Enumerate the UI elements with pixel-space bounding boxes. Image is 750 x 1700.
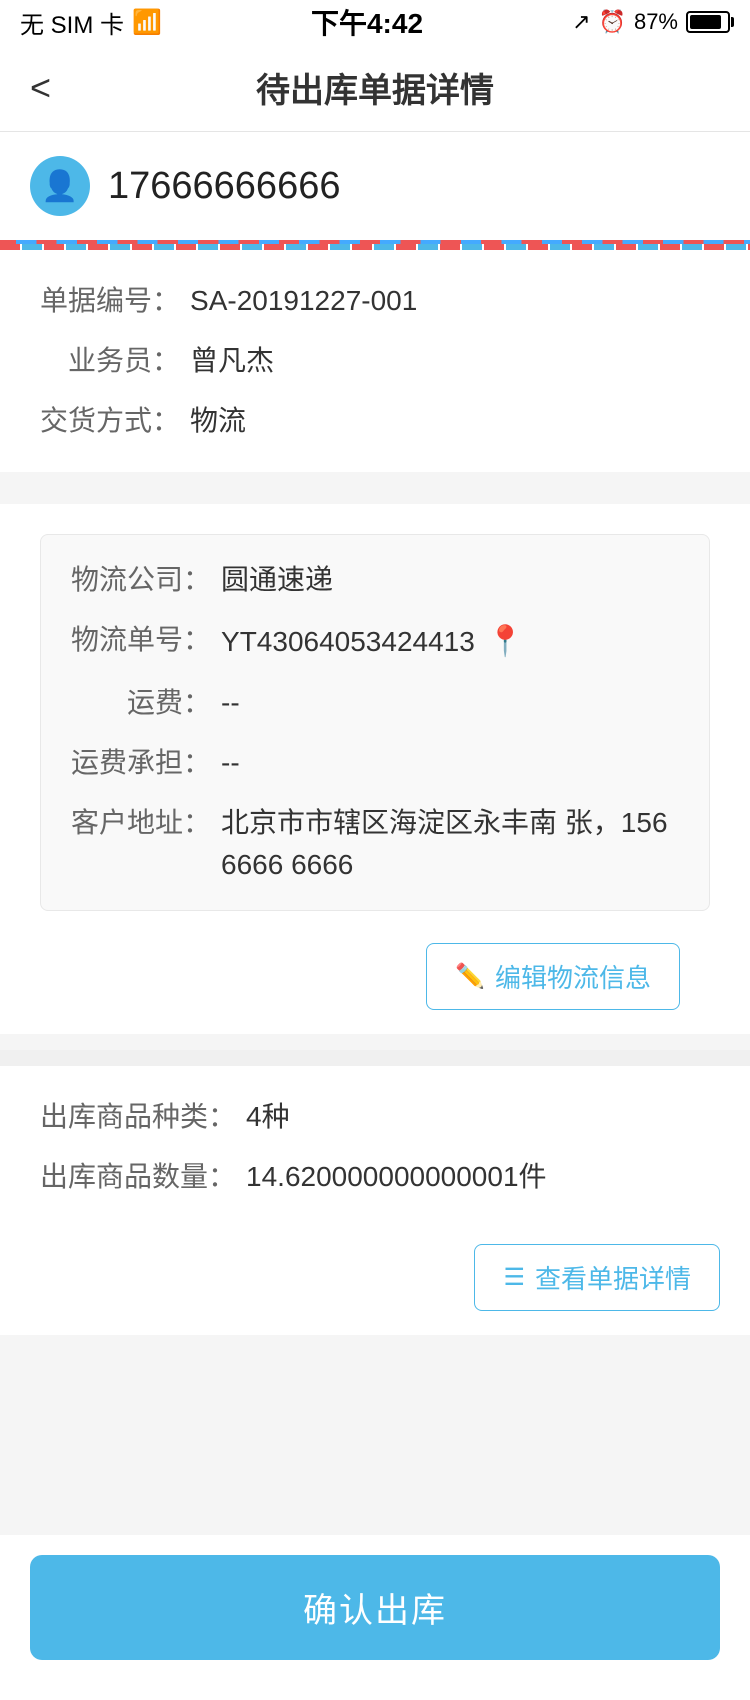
tracking-row: 物流单号： YT43064053424413 📍 [71,619,679,664]
status-left: 无 SIM 卡 📶 [20,5,162,40]
logistics-company-label: 物流公司： [71,559,221,601]
logistics-company-row: 物流公司： 圆通速递 [71,559,679,601]
tracking-label: 物流单号： [71,619,221,661]
goods-section: 出库商品种类： 4种 出库商品数量： 14.620000000000001件 [0,1066,750,1228]
page: 无 SIM 卡 📶 下午4:42 ↗ ⏰ 87% < 待出库单据详情 👤 176… [0,0,750,1700]
battery-fill [690,15,721,29]
order-no-label: 单据编号： [40,280,190,322]
edit-logistics-label: 编辑物流信息 [495,958,651,995]
customer-phone: 17666666666 [108,165,340,208]
nav-bar: < 待出库单据详情 [0,44,750,132]
list-icon: ☰ [503,1263,525,1292]
salesperson-value: 曾凡杰 [190,340,710,382]
freight-label: 运费： [71,682,221,724]
order-no-value: SA-20191227-001 [190,280,710,322]
goods-quantity-row: 出库商品数量： 14.620000000000001件 [40,1156,710,1198]
view-details-btn-container: ☰ 查看单据详情 [0,1228,750,1335]
delivery-label: 交货方式： [40,400,190,442]
page-title: 待出库单据详情 [256,63,494,112]
tracking-value: YT43064053424413 📍 [221,619,679,664]
alarm-icon: ⏰ [599,9,626,35]
section-gap-1 [0,488,750,504]
address-label: 客户地址： [71,802,221,844]
carrier-label: 无 SIM 卡 [20,5,124,40]
delivery-value: 物流 [190,400,710,442]
freight-value: -- [221,682,679,724]
battery-bar [686,11,730,33]
view-details-label: 查看单据详情 [535,1259,691,1296]
edit-logistics-btn-container: ✏️ 编辑物流信息 [40,927,710,1034]
address-row: 客户地址： 北京市市辖区海淀区永丰南 张，156 6666 6666 [71,802,679,886]
freight-row: 运费： -- [71,682,679,724]
wifi-icon: 📶 [132,8,162,37]
tracking-location-icon[interactable]: 📍 [487,619,524,664]
goods-types-row: 出库商品种类： 4种 [40,1096,710,1138]
goods-types-value: 4种 [246,1096,710,1138]
salesperson-label: 业务员： [40,340,190,382]
order-info-section: 单据编号： SA-20191227-001 业务员： 曾凡杰 交货方式： 物流 [0,250,750,472]
salesperson-row: 业务员： 曾凡杰 [40,340,710,382]
address-value: 北京市市辖区海淀区永丰南 张，156 6666 6666 [221,802,679,886]
confirm-outbound-button[interactable]: 确认出库 [30,1555,720,1660]
main-content: 单据编号： SA-20191227-001 业务员： 曾凡杰 交货方式： 物流 … [0,250,750,1535]
avatar-icon: 👤 [41,169,78,204]
goods-types-label: 出库商品种类： [40,1096,246,1138]
edit-logistics-button[interactable]: ✏️ 编辑物流信息 [426,943,680,1010]
goods-quantity-label: 出库商品数量： [40,1156,246,1198]
status-time: 下午4:42 [311,2,423,42]
avatar: 👤 [30,156,90,216]
location-status-icon: ↗ [572,9,590,35]
status-bar: 无 SIM 卡 📶 下午4:42 ↗ ⏰ 87% [0,0,750,44]
view-details-button[interactable]: ☰ 查看单据详情 [474,1244,720,1311]
status-right: ↗ ⏰ 87% [572,9,730,35]
delivery-row: 交货方式： 物流 [40,400,710,442]
customer-header: 👤 17666666666 [0,132,750,244]
battery-label: 87% [634,9,678,35]
goods-quantity-value: 14.620000000000001件 [246,1156,710,1198]
order-no-row: 单据编号： SA-20191227-001 [40,280,710,322]
edit-icon: ✏️ [455,962,485,991]
bottom-btn-area: 确认出库 [0,1535,750,1700]
back-button[interactable]: < [30,57,61,119]
logistics-card: 物流公司： 圆通速递 物流单号： YT43064053424413 📍 运费： … [40,534,710,911]
tracking-number: YT43064053424413 [221,621,475,663]
content-spacer [0,1335,750,1535]
gray-divider [0,1050,750,1066]
logistics-company-value: 圆通速递 [221,559,679,601]
freight-bearer-value: -- [221,742,679,784]
freight-bearer-row: 运费承担： -- [71,742,679,784]
logistics-section: 物流公司： 圆通速递 物流单号： YT43064053424413 📍 运费： … [0,504,750,1034]
freight-bearer-label: 运费承担： [71,742,221,784]
